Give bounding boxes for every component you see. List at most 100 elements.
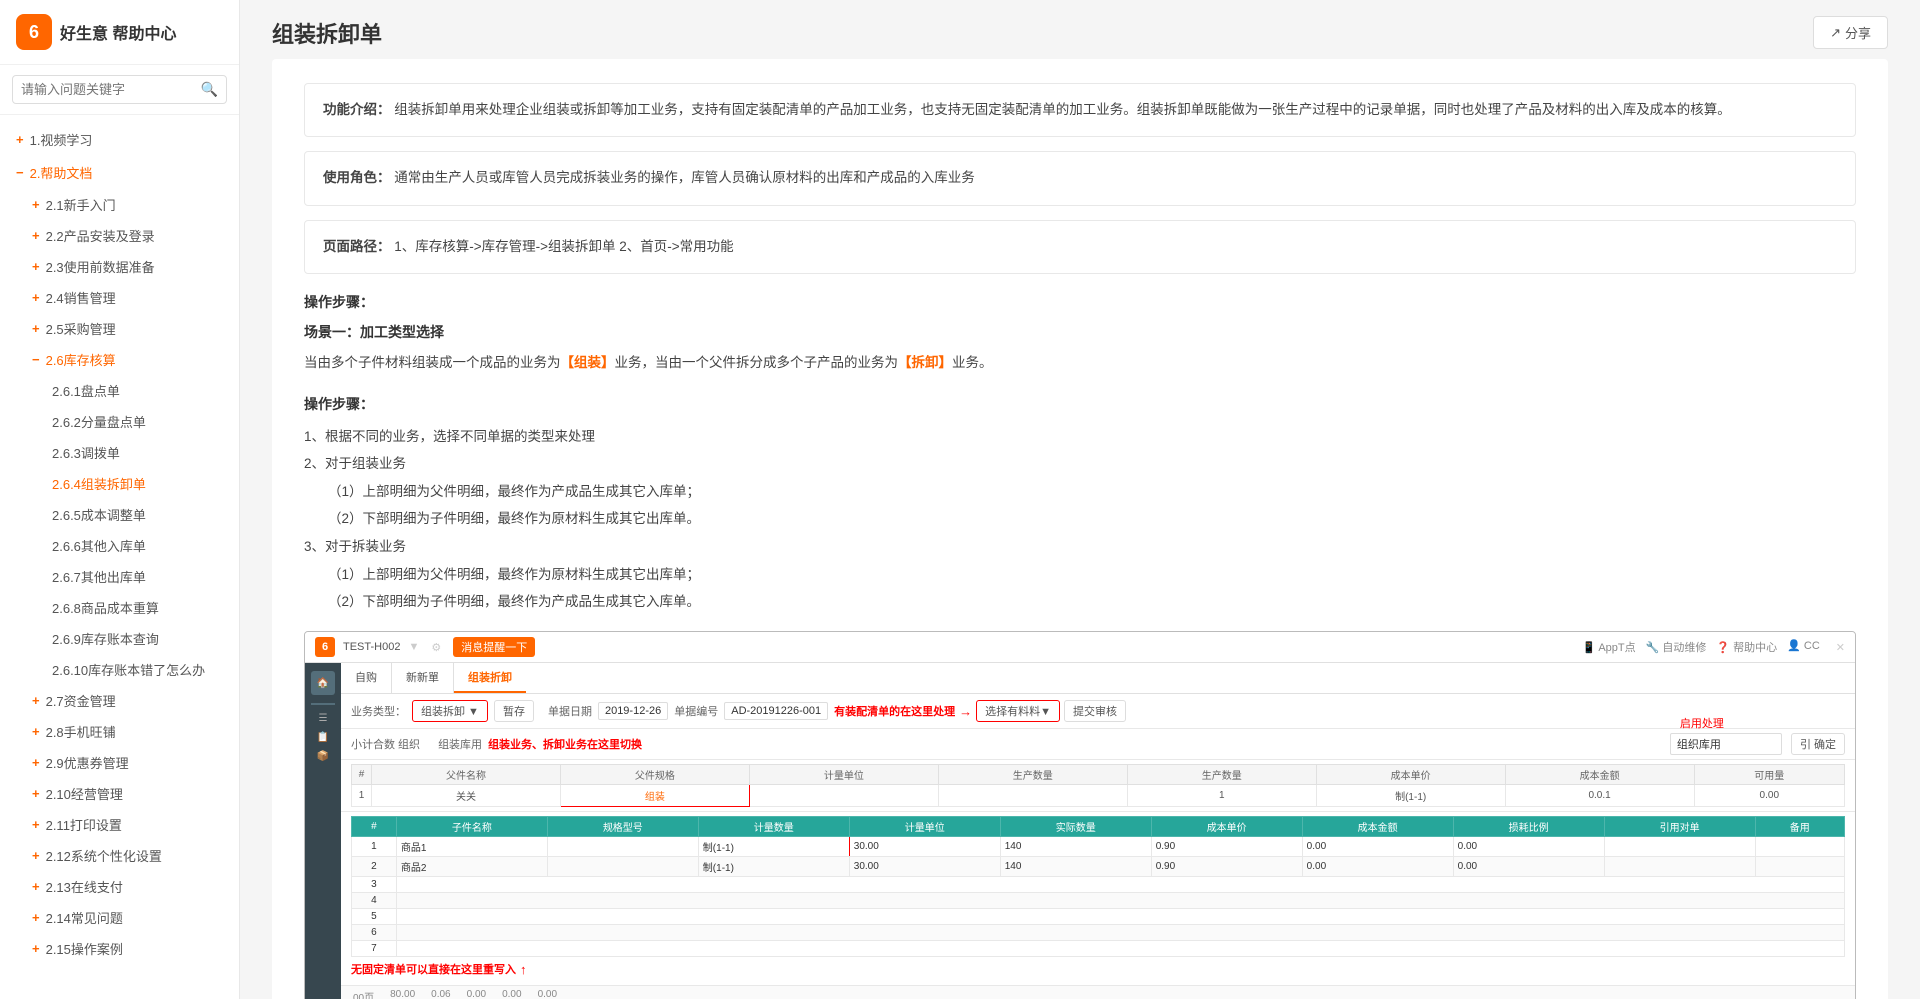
sidebar-item-25[interactable]: + 2.5采购管理 bbox=[0, 313, 239, 344]
app-tab-1[interactable]: 自购 bbox=[341, 663, 392, 693]
col-seq: # bbox=[352, 765, 372, 785]
sidebar-item-265[interactable]: 2.6.5成本调整单 bbox=[0, 499, 239, 530]
sidebar-item-267[interactable]: 2.6.7其他出库单 bbox=[0, 561, 239, 592]
sidebar-item-27[interactable]: + 2.7资金管理 bbox=[0, 685, 239, 716]
child-table: # 子件名称 规格型号 计量数量 计量单位 实际数量 成本单价 成本金额 损耗比 bbox=[351, 816, 1845, 957]
app-save-btn[interactable]: 暂存 bbox=[494, 700, 534, 722]
app-topbar: 6 TEST-H002 ▼ ⚙ 消息提醒一下 📱 AppT点 🔧 自动维修 ❓ … bbox=[305, 632, 1855, 663]
disassemble-link: 【拆卸】 bbox=[898, 355, 952, 370]
step-3-1: （1）上部明细为父件明细，最终作为原材料生成其它出库单； bbox=[304, 562, 1856, 588]
app-type-select[interactable]: 组装拆卸 ▼ bbox=[412, 700, 488, 722]
plus-icon: + bbox=[32, 848, 40, 863]
col-avail: 可用量 bbox=[1694, 765, 1844, 785]
logo-text: 好生意 帮助中心 bbox=[60, 20, 176, 44]
app-side-icon1[interactable]: ☰ bbox=[319, 713, 328, 724]
step-3-2: （2）下部明细为子件明细，最终作为产成品生成其它入库单。 bbox=[304, 589, 1856, 615]
sidebar-item-label: 2.6.2分量盘点单 bbox=[52, 412, 146, 431]
sidebar-item-label: 2.6.10库存账本错了怎么办 bbox=[52, 660, 205, 679]
sidebar-item-210[interactable]: + 2.10经营管理 bbox=[0, 778, 239, 809]
annotation-text-1: 有装配清单的在这里处理 bbox=[834, 703, 955, 719]
screenshot-container: 6 TEST-H002 ▼ ⚙ 消息提醒一下 📱 AppT点 🔧 自动维修 ❓ … bbox=[304, 631, 1856, 999]
sidebar-item-214[interactable]: + 2.14常见问题 bbox=[0, 902, 239, 933]
app-submit-btn[interactable]: 提交审核 bbox=[1064, 700, 1126, 722]
search-icon[interactable]: 🔍 bbox=[201, 81, 218, 98]
app-num-input[interactable]: AD-20191226-001 bbox=[724, 702, 828, 720]
intro-label: 功能介绍： bbox=[323, 102, 391, 117]
sidebar-item-211[interactable]: + 2.11打印设置 bbox=[0, 809, 239, 840]
col-actual-qty: 生产数量 bbox=[1127, 765, 1316, 785]
sidebar-item-262[interactable]: 2.6.2分量盘点单 bbox=[0, 406, 239, 437]
app-side-icons: 🏠 ☰ 📋 📦 bbox=[305, 663, 341, 999]
sidebar-item-label: 2.6.8商品成本重算 bbox=[52, 598, 159, 617]
plus-icon: + bbox=[32, 941, 40, 956]
search-input[interactable] bbox=[21, 82, 201, 97]
sidebar-item-24[interactable]: + 2.4销售管理 bbox=[0, 282, 239, 313]
sidebar-item-label: 1.视频学习 bbox=[30, 130, 93, 149]
sidebar-item-215[interactable]: + 2.15操作案例 bbox=[0, 933, 239, 964]
share-button[interactable]: ↗ 分享 bbox=[1813, 16, 1888, 49]
sidebar-item-266[interactable]: 2.6.6其他入库单 bbox=[0, 530, 239, 561]
sidebar-item-263[interactable]: 2.6.3调拨单 bbox=[0, 437, 239, 468]
app-table-parent: # 父件名称 父件规格 计量单位 生产数量 生产数量 成本单价 成本金额 可用量 bbox=[341, 760, 1855, 812]
sidebar-item-28[interactable]: + 2.8手机旺铺 bbox=[0, 716, 239, 747]
sidebar-item-212[interactable]: + 2.12系统个性化设置 bbox=[0, 840, 239, 871]
plus-icon: + bbox=[32, 786, 40, 801]
sidebar-item-label: 2.11打印设置 bbox=[46, 815, 122, 834]
app-side-icon2[interactable]: 📋 bbox=[317, 732, 329, 743]
plus-icon: + bbox=[32, 290, 40, 305]
sidebar-item-261[interactable]: 2.6.1盘点单 bbox=[0, 375, 239, 406]
sidebar-item-22[interactable]: + 2.2产品安装及登录 bbox=[0, 220, 239, 251]
app-company: TEST-H002 bbox=[343, 641, 400, 653]
app-select-btn[interactable]: 选择有料料▼ bbox=[976, 700, 1060, 722]
app-warehouse-input[interactable]: 组织库用 bbox=[1670, 733, 1782, 755]
sidebar-item-video[interactable]: + 1.视频学习 bbox=[0, 123, 239, 156]
sidebar-item-29[interactable]: + 2.9优惠券管理 bbox=[0, 747, 239, 778]
sidebar-item-2610[interactable]: 2.6.10库存账本错了怎么办 bbox=[0, 654, 239, 685]
app-message-btn[interactable]: 消息提醒一下 bbox=[453, 637, 535, 657]
sidebar-item-213[interactable]: + 2.13在线支付 bbox=[0, 871, 239, 902]
app-close-icon[interactable]: ✕ bbox=[1836, 641, 1845, 654]
sidebar-item-26[interactable]: − 2.6库存核算 bbox=[0, 344, 239, 375]
app-top-icons: 📱 AppT点 🔧 自动维修 ❓ 帮助中心 👤 CC bbox=[1582, 639, 1820, 655]
plus-icon: + bbox=[32, 228, 40, 243]
sidebar-item-268[interactable]: 2.6.8商品成本重算 bbox=[0, 592, 239, 623]
app-date-input[interactable]: 2019-12-26 bbox=[598, 702, 668, 720]
main-header: 组装拆卸单 ↗ 分享 bbox=[240, 0, 1920, 59]
col-plan-qty: 生产数量 bbox=[938, 765, 1127, 785]
sidebar-item-label: 2.7资金管理 bbox=[46, 691, 116, 710]
app-confirm-btn[interactable]: 引 确定 bbox=[1791, 733, 1845, 755]
step-2-2: （2）下部明细为子件明细，最终作为原材料生成其它出库单。 bbox=[304, 506, 1856, 532]
app-side-home[interactable]: 🏠 bbox=[311, 671, 335, 695]
col-parent-name: 父件名称 bbox=[372, 765, 561, 785]
sidebar-item-docs[interactable]: − 2.帮助文档 bbox=[0, 156, 239, 189]
sidebar-item-21[interactable]: + 2.1新手入门 bbox=[0, 189, 239, 220]
sidebar-item-269[interactable]: 2.6.9库存账本查询 bbox=[0, 623, 239, 654]
share-icon: ↗ bbox=[1830, 25, 1841, 41]
app-tabs: 自购 新新單 组装折卸 bbox=[341, 663, 1855, 694]
app-side-icon3[interactable]: 📦 bbox=[317, 751, 329, 762]
app-tab-2[interactable]: 新新單 bbox=[392, 663, 454, 693]
ops-title: 操作步骤： bbox=[304, 292, 1856, 312]
ops-steps-title: 操作步骤： bbox=[304, 394, 1856, 414]
annotation-area-4: 无固定清单可以直接在这里重写入 ↑ bbox=[351, 957, 1845, 981]
assemble-link: 【组装】 bbox=[561, 355, 615, 370]
sidebar-item-label: 2.3使用前数据准备 bbox=[46, 257, 155, 276]
plus-icon: + bbox=[32, 910, 40, 925]
col-cost-price: 成本单价 bbox=[1316, 765, 1505, 785]
sidebar-item-23[interactable]: + 2.3使用前数据准备 bbox=[0, 251, 239, 282]
nav-area: + 1.视频学习 − 2.帮助文档 + 2.1新手入门 + 2.2产品安装及登录… bbox=[0, 115, 239, 999]
app-tab-3[interactable]: 组装折卸 bbox=[454, 663, 526, 693]
logo-area: 6 好生意 帮助中心 bbox=[0, 0, 239, 65]
app-footer: 00页 80.00 0.06 0.00 0.00 0.00 bbox=[341, 985, 1855, 999]
step-3: 3、对于拆装业务 bbox=[304, 534, 1856, 560]
sidebar-item-label: 2.15操作案例 bbox=[46, 939, 123, 958]
sidebar-item-label: 2.14常见问题 bbox=[46, 908, 123, 927]
page-title: 组装拆卸单 bbox=[272, 17, 382, 49]
app-main: 自购 新新單 组装折卸 业务类型： 组装拆卸 ▼ 暂存 bbox=[341, 663, 1855, 999]
plus-icon: + bbox=[32, 755, 40, 770]
search-box[interactable]: 🔍 bbox=[12, 75, 227, 104]
plus-icon: + bbox=[32, 724, 40, 739]
sidebar-item-264[interactable]: 2.6.4组装拆卸单 bbox=[0, 468, 239, 499]
app-footer-page: 00页 bbox=[353, 989, 374, 999]
logo-icon: 6 bbox=[16, 14, 52, 50]
